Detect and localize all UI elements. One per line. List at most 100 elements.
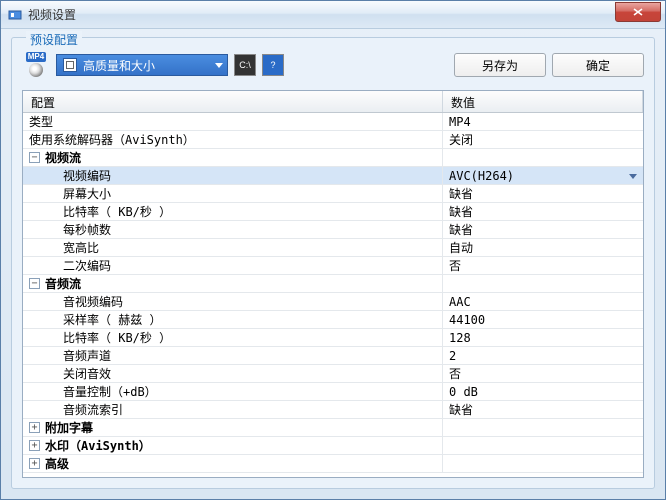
row-label: 水印（AviSynth）: [45, 437, 151, 455]
grid-body: 类型 MP4 使用系统解码器（AviSynth） 关闭−视频流视频编码 AVC(H264…: [23, 113, 643, 473]
collapse-icon[interactable]: −: [29, 278, 40, 289]
grid-row-volume-control[interactable]: 音量控制（+dB） 0 dB: [23, 383, 643, 401]
cell-value[interactable]: AVC(H264): [443, 167, 643, 184]
row-label: 音视频编码: [63, 293, 123, 311]
cell-value[interactable]: 否: [443, 257, 643, 274]
row-label: 使用系统解码器（AviSynth）: [29, 131, 195, 149]
cell-name: 音视频编码: [23, 293, 443, 310]
row-label: 音量控制（+dB）: [63, 383, 157, 401]
expand-icon[interactable]: +: [29, 458, 40, 469]
cell-value[interactable]: 2: [443, 347, 643, 364]
row-label: 每秒帧数: [63, 221, 111, 239]
expand-icon[interactable]: +: [29, 440, 40, 451]
collapse-icon[interactable]: −: [29, 152, 40, 163]
cell-value: [443, 419, 643, 436]
row-label: 类型: [29, 113, 53, 131]
cell-value[interactable]: 128: [443, 329, 643, 346]
cell-value[interactable]: 缺省: [443, 185, 643, 202]
grid-row-type[interactable]: 类型 MP4: [23, 113, 643, 131]
grid-header: 配置 数值: [23, 91, 643, 113]
cell-name: 每秒帧数: [23, 221, 443, 238]
terminal-button[interactable]: C:\: [234, 54, 256, 76]
cell-value[interactable]: 0 dB: [443, 383, 643, 400]
row-label: 视频编码: [63, 167, 111, 185]
cell-value[interactable]: 缺省: [443, 203, 643, 220]
cell-name: 采样率（ 赫兹 ）: [23, 311, 443, 328]
content-area: 预设配置 MP4 高质量和大小 C:\ ? 另存为 确定: [1, 29, 665, 499]
cell-name: 屏幕大小: [23, 185, 443, 202]
grid-row-avisynth-decoder[interactable]: 使用系统解码器（AviSynth） 关闭: [23, 131, 643, 149]
grid-row-advanced[interactable]: +高级: [23, 455, 643, 473]
grid-row-fps[interactable]: 每秒帧数 缺省: [23, 221, 643, 239]
grid-row-aspect-ratio[interactable]: 宽高比 自动: [23, 239, 643, 257]
cell-name: −音频流: [23, 275, 443, 292]
cell-name: 音量控制（+dB）: [23, 383, 443, 400]
cell-name: 二次编码: [23, 257, 443, 274]
help-button[interactable]: ?: [262, 54, 284, 76]
grid-row-bitrate-kb[interactable]: 比特率（ KB/秒 ） 缺省: [23, 203, 643, 221]
grid-row-video-stream[interactable]: −视频流: [23, 149, 643, 167]
settings-grid: 配置 数值 类型 MP4 使用系统解码器（AviSynth） 关闭−视频流视频编码 AV…: [22, 90, 644, 478]
cell-name: 类型: [23, 113, 443, 130]
row-label: 二次编码: [63, 257, 111, 275]
row-label: 比特率（ KB/秒 ）: [63, 329, 171, 347]
cell-name: + 附加字幕: [23, 419, 443, 436]
cell-name: 比特率（ KB/秒 ）: [23, 329, 443, 346]
close-button[interactable]: [615, 2, 661, 22]
save-as-button[interactable]: 另存为: [454, 53, 546, 77]
cell-value[interactable]: 自动: [443, 239, 643, 256]
cell-value[interactable]: 否: [443, 365, 643, 382]
grid-row-audio-stream[interactable]: −音频流: [23, 275, 643, 293]
cell-value[interactable]: 关闭: [443, 131, 643, 148]
grid-row-screen-size[interactable]: 屏幕大小 缺省: [23, 185, 643, 203]
row-label: 附加字幕: [45, 419, 93, 437]
row-label: 宽高比: [63, 239, 99, 257]
row-label: 屏幕大小: [63, 185, 111, 203]
cell-name: −视频流: [23, 149, 443, 166]
cell-value[interactable]: MP4: [443, 113, 643, 130]
cell-name: +高级: [23, 455, 443, 472]
row-label: 比特率（ KB/秒 ）: [63, 203, 171, 221]
preset-legend: 预设配置: [26, 31, 82, 48]
grid-row-watermark[interactable]: + 水印（AviSynth）: [23, 437, 643, 455]
cell-name: 视频编码: [23, 167, 443, 184]
cell-name: 使用系统解码器（AviSynth）: [23, 131, 443, 148]
grid-row-two-pass[interactable]: 二次编码 否: [23, 257, 643, 275]
cell-value[interactable]: 44100: [443, 311, 643, 328]
row-label: 音频声道: [63, 347, 111, 365]
grid-row-audio-encoding[interactable]: 音视频编码 AAC: [23, 293, 643, 311]
chevron-down-icon: [215, 63, 223, 68]
cell-name: + 水印（AviSynth）: [23, 437, 443, 454]
mp4-format-icon: MP4: [22, 52, 50, 78]
column-header-value[interactable]: 数值: [443, 91, 643, 112]
preset-fieldset: 预设配置 MP4 高质量和大小 C:\ ? 另存为 确定: [11, 37, 655, 489]
grid-row-subtitles[interactable]: + 附加字幕: [23, 419, 643, 437]
cell-value: [443, 149, 643, 166]
cell-value: [443, 437, 643, 454]
expand-icon[interactable]: +: [29, 422, 40, 433]
grid-row-sample-rate[interactable]: 采样率（ 赫兹 ） 44100: [23, 311, 643, 329]
row-label: 采样率（ 赫兹 ）: [63, 311, 161, 329]
grid-row-video-encoding[interactable]: 视频编码 AVC(H264): [23, 167, 643, 185]
ok-button[interactable]: 确定: [552, 53, 644, 77]
cell-name: 关闭音效: [23, 365, 443, 382]
grid-row-audio-index[interactable]: 音频流索引 缺省: [23, 401, 643, 419]
cell-name: 音频流索引: [23, 401, 443, 418]
window: 视频设置 预设配置 MP4 高质量和大小 C:\ ? 另存为: [0, 0, 666, 500]
column-header-name[interactable]: 配置: [23, 91, 443, 112]
app-icon: [7, 7, 23, 23]
preset-dropdown[interactable]: 高质量和大小: [56, 54, 228, 76]
cell-value: [443, 455, 643, 472]
cell-value[interactable]: 缺省: [443, 401, 643, 418]
titlebar: 视频设置: [1, 1, 665, 29]
row-label: 音频流索引: [63, 401, 123, 419]
grid-row-disable-audio[interactable]: 关闭音效 否: [23, 365, 643, 383]
grid-row-audio-channels[interactable]: 音频声道 2: [23, 347, 643, 365]
cell-name: 宽高比: [23, 239, 443, 256]
cell-value[interactable]: AAC: [443, 293, 643, 310]
preset-row: MP4 高质量和大小 C:\ ? 另存为 确定: [22, 52, 644, 78]
grid-row-audio-bitrate[interactable]: 比特率（ KB/秒 ） 128: [23, 329, 643, 347]
row-label: 音频流: [45, 275, 81, 293]
row-label: 关闭音效: [63, 365, 111, 383]
cell-value[interactable]: 缺省: [443, 221, 643, 238]
